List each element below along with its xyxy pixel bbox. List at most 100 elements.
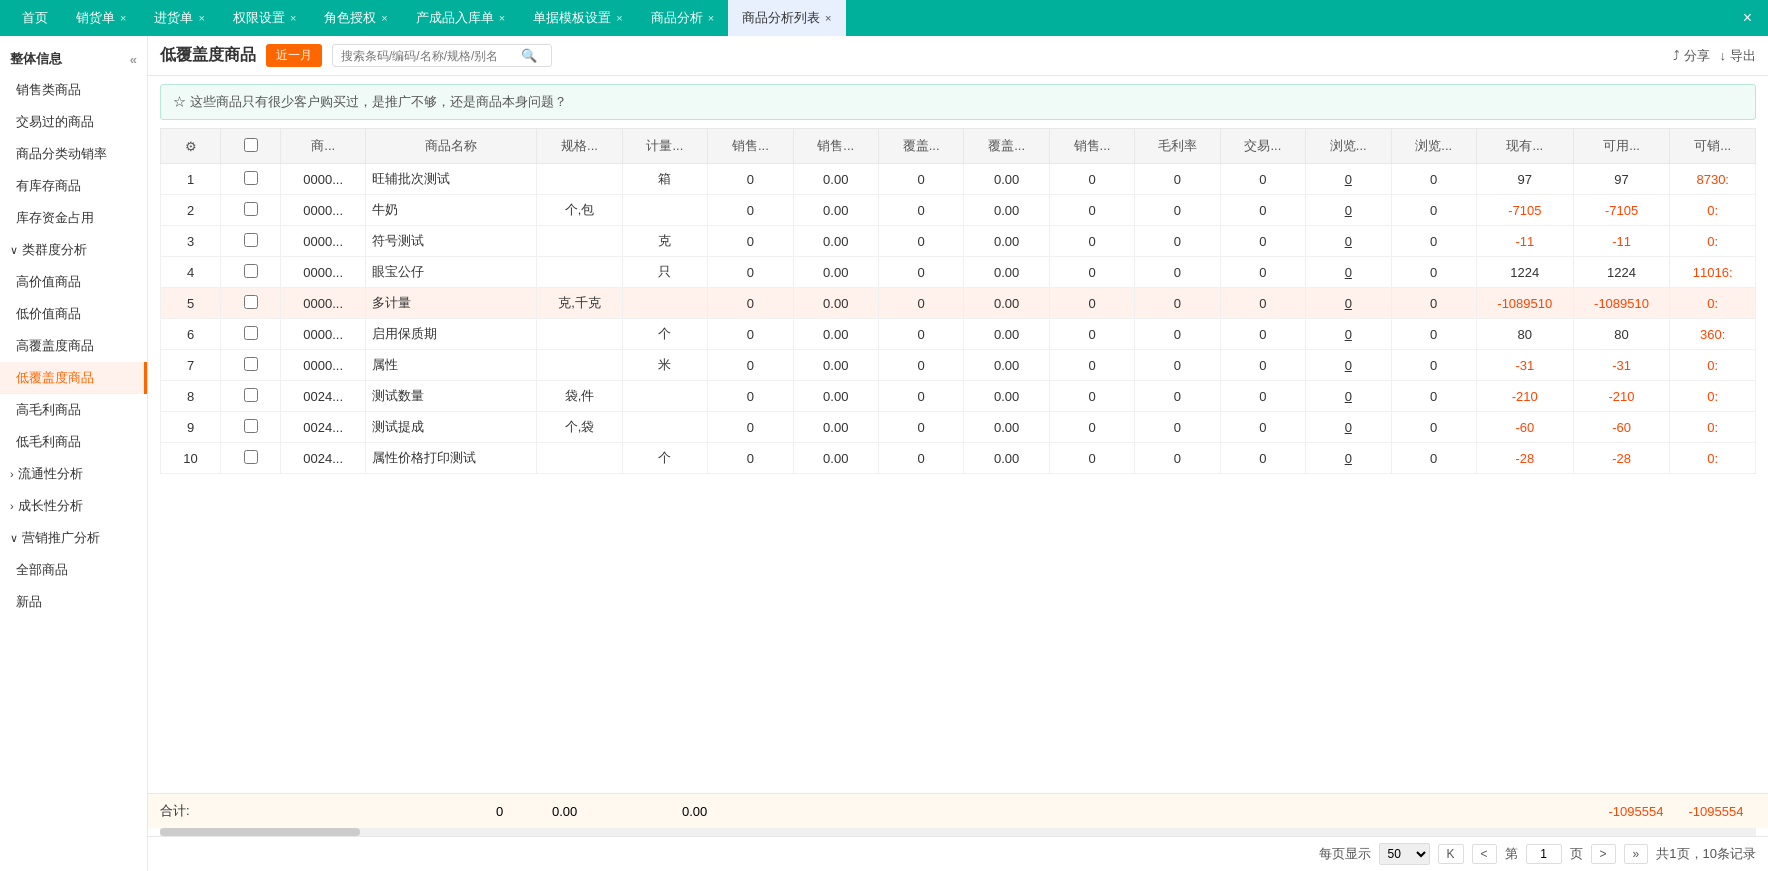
row-checkbox[interactable]: [221, 443, 281, 474]
export-button[interactable]: ↓ 导出: [1720, 47, 1757, 65]
search-icon[interactable]: 🔍: [521, 48, 537, 63]
nav-sales-order[interactable]: 销货单 ×: [62, 0, 140, 36]
nav-template-settings[interactable]: 单据模板设置 ×: [519, 0, 636, 36]
sidebar-group-growth[interactable]: › 成长性分析: [0, 490, 147, 522]
col-coverage2[interactable]: 覆盖...: [964, 129, 1049, 164]
nav-close-icon[interactable]: ×: [381, 12, 387, 24]
sidebar-item-low-coverage[interactable]: 低覆盖度商品: [0, 362, 147, 394]
browse-link[interactable]: 0: [1345, 203, 1352, 218]
nav-role-auth[interactable]: 角色授权 ×: [310, 0, 401, 36]
nav-close-icon[interactable]: ×: [616, 12, 622, 24]
browse-link[interactable]: 0: [1345, 265, 1352, 280]
row-select-checkbox[interactable]: [244, 357, 258, 371]
browse-link[interactable]: 0: [1345, 327, 1352, 342]
col-sales3[interactable]: 销售...: [1049, 129, 1134, 164]
row-browse1[interactable]: 0: [1306, 195, 1391, 226]
nav-purchase-order[interactable]: 进货单 ×: [140, 0, 218, 36]
sidebar-item-sales-goods[interactable]: 销售类商品: [0, 74, 147, 106]
nav-close-icon[interactable]: ×: [198, 12, 204, 24]
row-checkbox[interactable]: [221, 164, 281, 195]
row-select-checkbox[interactable]: [244, 419, 258, 433]
col-stock1[interactable]: 现有...: [1476, 129, 1573, 164]
nav-close-icon[interactable]: ×: [708, 12, 714, 24]
sidebar-collapse-icon[interactable]: «: [130, 52, 137, 67]
time-filter-button[interactable]: 近一月: [266, 44, 322, 67]
sidebar-item-high-value[interactable]: 高价值商品: [0, 266, 147, 298]
col-browse2[interactable]: 浏览...: [1391, 129, 1476, 164]
row-select-checkbox[interactable]: [244, 326, 258, 340]
browse-link[interactable]: 0: [1345, 420, 1352, 435]
col-checkbox[interactable]: [221, 129, 281, 164]
col-spec[interactable]: 规格...: [537, 129, 622, 164]
row-checkbox[interactable]: [221, 226, 281, 257]
col-settings[interactable]: ⚙: [161, 129, 221, 164]
sidebar-item-high-coverage[interactable]: 高覆盖度商品: [0, 330, 147, 362]
sidebar-item-high-margin[interactable]: 高毛利商品: [0, 394, 147, 426]
browse-link[interactable]: 0: [1345, 296, 1352, 311]
nav-product-analysis[interactable]: 商品分析 ×: [637, 0, 728, 36]
browse-link[interactable]: 0: [1345, 358, 1352, 373]
sidebar-group-cluster[interactable]: ∨ 类群度分析: [0, 234, 147, 266]
col-name[interactable]: 商品名称: [366, 129, 537, 164]
row-checkbox[interactable]: [221, 350, 281, 381]
row-browse1[interactable]: 0: [1306, 164, 1391, 195]
browse-link[interactable]: 0: [1345, 234, 1352, 249]
col-margin[interactable]: 毛利率: [1135, 129, 1220, 164]
row-checkbox[interactable]: [221, 257, 281, 288]
row-select-checkbox[interactable]: [244, 233, 258, 247]
col-stock2[interactable]: 可用...: [1573, 129, 1670, 164]
per-page-select[interactable]: 50 100 200: [1379, 843, 1430, 865]
nav-close-icon[interactable]: ×: [290, 12, 296, 24]
browse-link[interactable]: 0: [1345, 451, 1352, 466]
sidebar-item-low-value[interactable]: 低价值商品: [0, 298, 147, 330]
horizontal-scrollbar[interactable]: [160, 828, 1756, 836]
row-browse1[interactable]: 0: [1306, 350, 1391, 381]
col-unit[interactable]: 计量...: [622, 129, 707, 164]
col-browse1[interactable]: 浏览...: [1306, 129, 1391, 164]
nav-close-icon[interactable]: ×: [499, 12, 505, 24]
nav-home[interactable]: 首页: [8, 0, 62, 36]
sidebar-item-traded-goods[interactable]: 交易过的商品: [0, 106, 147, 138]
sidebar-item-new-goods[interactable]: 新品: [0, 586, 147, 618]
prev-page-button[interactable]: <: [1472, 844, 1497, 864]
row-select-checkbox[interactable]: [244, 450, 258, 464]
row-select-checkbox[interactable]: [244, 264, 258, 278]
page-number-input[interactable]: [1526, 844, 1562, 864]
col-sales1[interactable]: 销售...: [708, 129, 793, 164]
search-input[interactable]: [341, 49, 521, 63]
nav-product-analysis-list[interactable]: 商品分析列表 ×: [728, 0, 845, 36]
row-checkbox[interactable]: [221, 381, 281, 412]
col-coverage1[interactable]: 覆盖...: [878, 129, 963, 164]
row-select-checkbox[interactable]: [244, 295, 258, 309]
row-checkbox[interactable]: [221, 195, 281, 226]
row-browse1[interactable]: 0: [1306, 226, 1391, 257]
browse-link[interactable]: 0: [1345, 389, 1352, 404]
share-button[interactable]: ⤴ 分享: [1673, 47, 1710, 65]
row-select-checkbox[interactable]: [244, 171, 258, 185]
col-sales2[interactable]: 销售...: [793, 129, 878, 164]
first-page-button[interactable]: K: [1438, 844, 1464, 864]
sidebar-item-all-goods[interactable]: 全部商品: [0, 554, 147, 586]
nav-finished-goods[interactable]: 产成品入库单 ×: [402, 0, 519, 36]
sidebar-group-marketing[interactable]: ∨ 营销推广分析: [0, 522, 147, 554]
sidebar-item-low-margin[interactable]: 低毛利商品: [0, 426, 147, 458]
row-browse1[interactable]: 0: [1306, 257, 1391, 288]
sidebar-item-inventory-fund[interactable]: 库存资金占用: [0, 202, 147, 234]
row-checkbox[interactable]: [221, 412, 281, 443]
last-page-button[interactable]: »: [1624, 844, 1649, 864]
next-page-button[interactable]: >: [1591, 844, 1616, 864]
row-select-checkbox[interactable]: [244, 388, 258, 402]
sidebar-group-circulation[interactable]: › 流通性分析: [0, 458, 147, 490]
row-browse1[interactable]: 0: [1306, 319, 1391, 350]
nav-close-icon[interactable]: ×: [120, 12, 126, 24]
col-stock3[interactable]: 可销...: [1670, 129, 1756, 164]
window-close-button[interactable]: ×: [1735, 9, 1760, 27]
row-checkbox[interactable]: [221, 319, 281, 350]
row-browse1[interactable]: 0: [1306, 288, 1391, 319]
col-code[interactable]: 商...: [281, 129, 366, 164]
sidebar-item-stocked-goods[interactable]: 有库存商品: [0, 170, 147, 202]
col-transaction[interactable]: 交易...: [1220, 129, 1305, 164]
row-select-checkbox[interactable]: [244, 202, 258, 216]
browse-link[interactable]: 0: [1345, 172, 1352, 187]
nav-close-icon-active[interactable]: ×: [825, 12, 831, 24]
